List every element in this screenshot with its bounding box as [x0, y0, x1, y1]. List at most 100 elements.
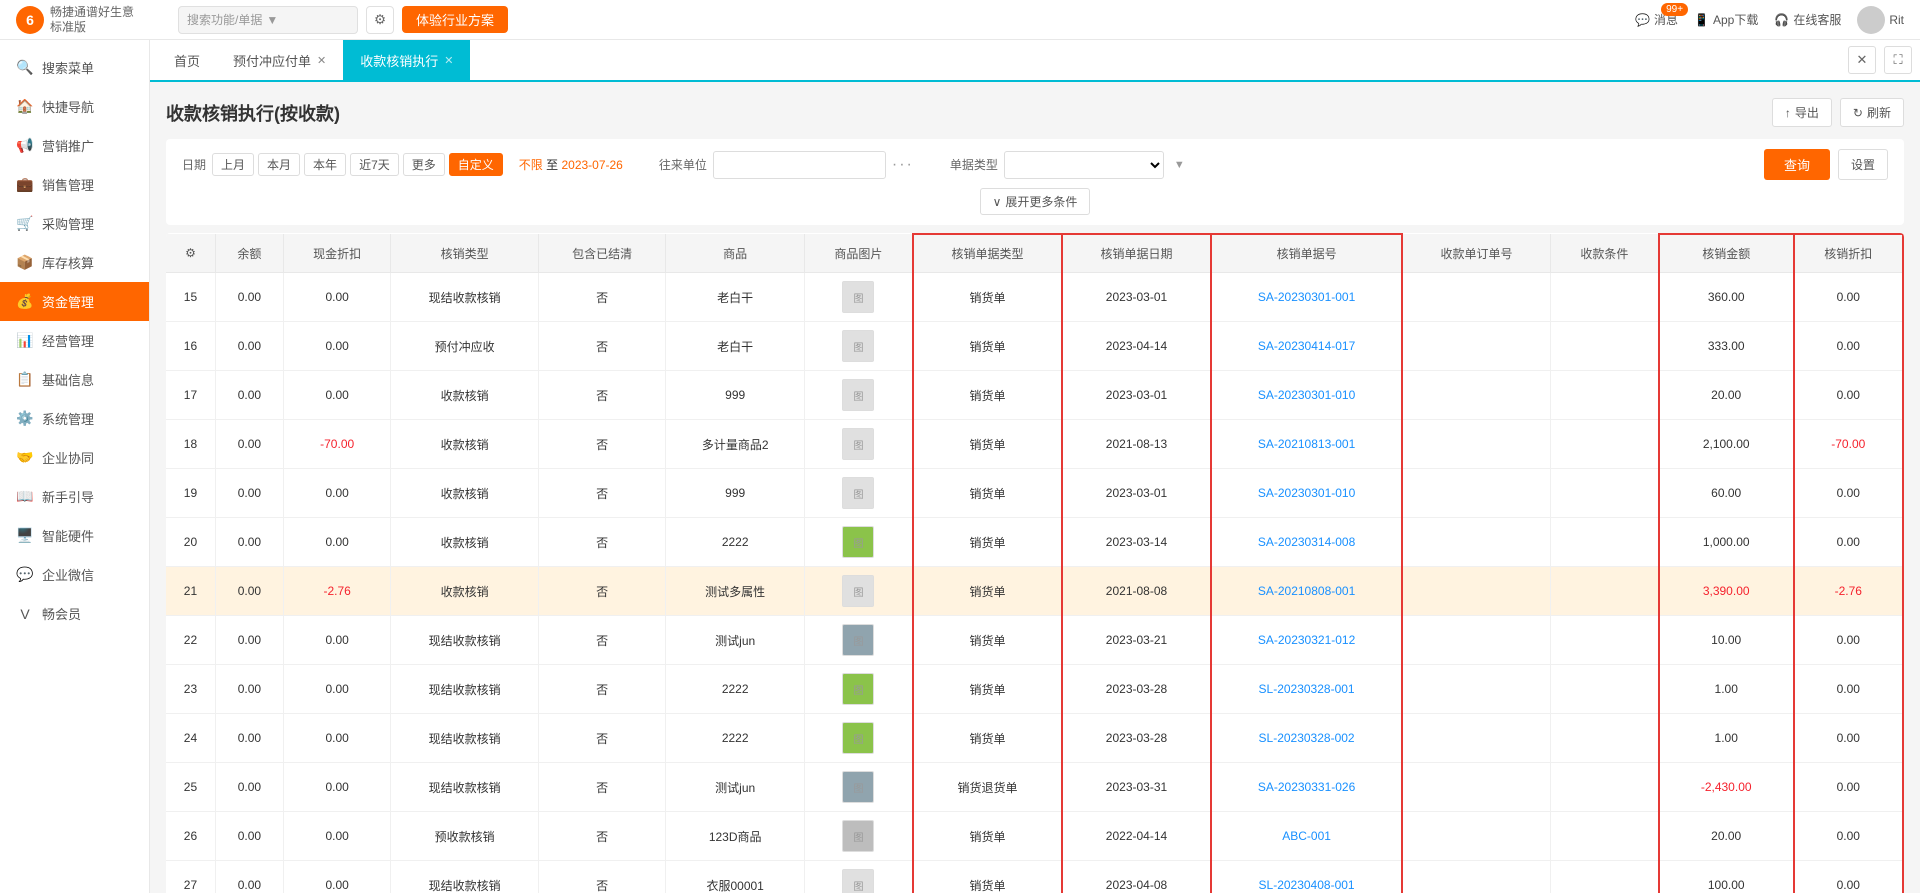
td-included-settled: 否 — [538, 518, 666, 567]
partner-dots-btn[interactable]: ··· — [892, 156, 914, 174]
td-voucher-no[interactable]: SA-20230414-017 — [1211, 322, 1402, 371]
date-range-text: 不限 至 2023-07-26 — [519, 156, 623, 173]
tab-prepay[interactable]: 预付冲应付单 ✕ — [216, 40, 343, 81]
date-btn-this-month[interactable]: 本月 — [258, 153, 300, 176]
tab-home[interactable]: 首页 — [158, 40, 216, 81]
td-receipt-order — [1402, 420, 1550, 469]
sidebar-item-guide[interactable]: 📖 新手引导 — [0, 477, 149, 516]
close-window-btn[interactable]: ✕ — [1848, 46, 1876, 74]
voucher-link[interactable]: SA-20230321-012 — [1258, 633, 1355, 647]
date-btn-last-month[interactable]: 上月 — [212, 153, 254, 176]
td-receipt-cond — [1550, 665, 1658, 714]
td-voucher-no[interactable]: SA-20210813-001 — [1211, 420, 1402, 469]
td-voucher-no[interactable]: SA-20230301-001 — [1211, 273, 1402, 322]
td-voucher-no[interactable]: SA-20230301-010 — [1211, 371, 1402, 420]
td-included-settled: 否 — [538, 714, 666, 763]
sidebar-item-hardware[interactable]: 🖥️ 智能硬件 — [0, 516, 149, 555]
refresh-button[interactable]: ↻ 刷新 — [1840, 98, 1904, 127]
td-balance: 0.00 — [215, 714, 283, 763]
td-included-settled: 否 — [538, 616, 666, 665]
td-receipt-cond — [1550, 371, 1658, 420]
th-writeoff-amount: 核销金额 — [1659, 234, 1794, 273]
th-receipt-order: 收款单订单号 — [1402, 234, 1550, 273]
th-balance: 余额 — [215, 234, 283, 273]
goods-image: 图 — [842, 526, 874, 558]
voucher-link[interactable]: SL-20230408-001 — [1259, 878, 1355, 892]
sidebar-item-collab[interactable]: 🤝 企业协同 — [0, 438, 149, 477]
date-btn-more[interactable]: 更多 — [403, 153, 445, 176]
purchase-icon: 🛒 — [16, 215, 34, 233]
sidebar-item-sales[interactable]: 💼 销售管理 — [0, 165, 149, 204]
th-goods: 商品 — [666, 234, 805, 273]
td-cash-discount: 0.00 — [283, 714, 391, 763]
message-button[interactable]: 💬 消息 99+ — [1635, 11, 1678, 28]
td-voucher-no[interactable]: SA-20230314-008 — [1211, 518, 1402, 567]
topbar-right: 💬 消息 99+ 📱 App下载 🎧 在线客服 Rit — [1635, 6, 1904, 34]
query-button[interactable]: 查询 — [1764, 149, 1830, 180]
voucher-type-select[interactable] — [1004, 151, 1164, 179]
online-service-button[interactable]: 🎧 在线客服 — [1774, 11, 1841, 28]
industry-button[interactable]: 体验行业方案 — [402, 6, 508, 33]
user-menu[interactable]: Rit — [1857, 6, 1904, 34]
voucher-link[interactable]: SA-20230301-001 — [1258, 290, 1355, 304]
tab-writeoff-close[interactable]: ✕ — [444, 54, 453, 67]
td-voucher-no[interactable]: SL-20230328-002 — [1211, 714, 1402, 763]
app-download-button[interactable]: 📱 App下载 — [1694, 11, 1758, 28]
sidebar-item-operation[interactable]: 📊 经营管理 — [0, 321, 149, 360]
sidebar-item-search[interactable]: 🔍 搜索菜单 — [0, 48, 149, 87]
voucher-link[interactable]: SA-20210808-001 — [1258, 584, 1355, 598]
td-voucher-type: 销货单 — [913, 567, 1062, 616]
gear-button[interactable]: ⚙ — [366, 6, 394, 34]
td-writeoff-amount: 2,100.00 — [1659, 420, 1794, 469]
td-voucher-type: 销货单 — [913, 469, 1062, 518]
date-btn-custom[interactable]: 自定义 — [449, 153, 503, 176]
sidebar-item-system[interactable]: ⚙️ 系统管理 — [0, 399, 149, 438]
td-voucher-no[interactable]: SL-20230408-001 — [1211, 861, 1402, 893]
goods-image: 图 — [842, 477, 874, 509]
maximize-window-btn[interactable]: ⛶ — [1884, 46, 1912, 74]
sidebar-item-member[interactable]: V 畅会员 — [0, 594, 149, 633]
td-num: 16 — [166, 322, 215, 371]
td-voucher-no[interactable]: ABC-001 — [1211, 812, 1402, 861]
td-voucher-no[interactable]: SL-20230328-001 — [1211, 665, 1402, 714]
voucher-link[interactable]: SA-20230414-017 — [1258, 339, 1355, 353]
tab-prepay-label: 预付冲应付单 — [233, 51, 311, 70]
sidebar-item-finance[interactable]: 💰 资金管理 — [0, 282, 149, 321]
td-voucher-date: 2023-03-21 — [1062, 616, 1211, 665]
filter-partner-item: 往来单位 ··· — [659, 151, 914, 179]
sidebar-item-marketing[interactable]: 📢 营销推广 — [0, 126, 149, 165]
voucher-link[interactable]: SA-20230314-008 — [1258, 535, 1355, 549]
voucher-link[interactable]: SA-20230331-026 — [1258, 780, 1355, 794]
search-box[interactable]: 搜索功能/单据 ▼ — [178, 6, 358, 34]
partner-input[interactable] — [713, 151, 886, 179]
td-included-settled: 否 — [538, 273, 666, 322]
sidebar-item-inventory[interactable]: 📦 库存核算 — [0, 243, 149, 282]
voucher-link[interactable]: SL-20230328-002 — [1259, 731, 1355, 745]
date-btn-7days[interactable]: 近7天 — [350, 153, 399, 176]
voucher-link[interactable]: SL-20230328-001 — [1259, 682, 1355, 696]
tab-prepay-close[interactable]: ✕ — [317, 54, 326, 67]
date-btn-this-year[interactable]: 本年 — [304, 153, 346, 176]
voucher-link[interactable]: ABC-001 — [1282, 829, 1331, 843]
expand-filter-button[interactable]: ∨ 展开更多条件 — [980, 188, 1091, 215]
td-voucher-no[interactable]: SA-20230321-012 — [1211, 616, 1402, 665]
sidebar-label-search: 搜索菜单 — [42, 58, 94, 77]
td-voucher-no[interactable]: SA-20210808-001 — [1211, 567, 1402, 616]
voucher-link[interactable]: SA-20230301-010 — [1258, 388, 1355, 402]
sidebar-item-wechat[interactable]: 💬 企业微信 — [0, 555, 149, 594]
voucher-link[interactable]: SA-20230301-010 — [1258, 486, 1355, 500]
voucher-link[interactable]: SA-20210813-001 — [1258, 437, 1355, 451]
td-voucher-no[interactable]: SA-20230331-026 — [1211, 763, 1402, 812]
settings-button[interactable]: 设置 — [1838, 149, 1888, 180]
td-goods: 2222 — [666, 518, 805, 567]
td-voucher-no[interactable]: SA-20230301-010 — [1211, 469, 1402, 518]
sidebar-item-navigation[interactable]: 🏠 快捷导航 — [0, 87, 149, 126]
filter-expand-row: ∨ 展开更多条件 — [182, 188, 1888, 215]
td-cash-discount: 0.00 — [283, 763, 391, 812]
sidebar-item-basic[interactable]: 📋 基础信息 — [0, 360, 149, 399]
th-gear[interactable]: ⚙ — [166, 234, 215, 273]
sidebar-item-purchase[interactable]: 🛒 采购管理 — [0, 204, 149, 243]
tab-writeoff[interactable]: 收款核销执行 ✕ — [343, 40, 470, 81]
export-button[interactable]: ↑ 导出 — [1772, 98, 1832, 127]
table-row: 16 0.00 0.00 预付冲应收 否 老白干 图 销货单 2023-04-1… — [166, 322, 1903, 371]
